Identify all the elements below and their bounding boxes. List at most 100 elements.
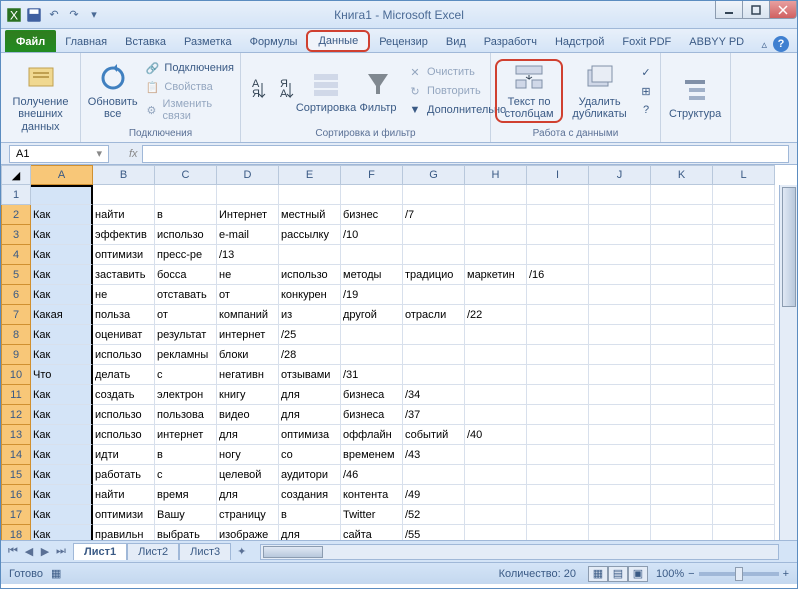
cell[interactable]: эффектив <box>93 225 155 245</box>
cell[interactable]: рекламны <box>155 345 217 365</box>
cell[interactable]: традицио <box>403 265 465 285</box>
cell[interactable] <box>589 345 651 365</box>
cell[interactable] <box>527 465 589 485</box>
cell[interactable] <box>713 245 775 265</box>
vertical-scrollbar[interactable] <box>779 185 797 540</box>
cell[interactable]: /46 <box>341 465 403 485</box>
cell[interactable]: e-mail <box>217 225 279 245</box>
cell[interactable] <box>589 425 651 445</box>
cell[interactable]: Какая <box>31 305 93 325</box>
cell[interactable]: контента <box>341 485 403 505</box>
tab-надстрой[interactable]: Надстрой <box>546 30 613 52</box>
cell[interactable]: Как <box>31 285 93 305</box>
cell[interactable]: бизнеса <box>341 385 403 405</box>
chevron-down-icon[interactable]: ▾ <box>96 147 102 160</box>
qat-more-icon[interactable]: ▾ <box>85 6 103 24</box>
cell[interactable]: оптимиза <box>279 425 341 445</box>
formula-bar[interactable] <box>142 145 789 163</box>
cell[interactable] <box>527 285 589 305</box>
refresh-all-button[interactable]: Обновить все <box>85 60 140 122</box>
cell[interactable] <box>527 425 589 445</box>
cell[interactable]: пресс-ре <box>155 245 217 265</box>
cell[interactable] <box>713 265 775 285</box>
cell[interactable] <box>651 285 713 305</box>
cell[interactable]: не <box>217 265 279 285</box>
cell[interactable]: использо <box>93 425 155 445</box>
cell[interactable] <box>465 225 527 245</box>
external-data-button[interactable]: Получение внешних данных <box>5 60 76 134</box>
redo-icon[interactable]: ↷ <box>65 6 83 24</box>
cell[interactable]: бизнес <box>341 205 403 225</box>
row-header[interactable]: 18 <box>1 525 31 540</box>
cell[interactable]: Как <box>31 245 93 265</box>
cell[interactable]: Как <box>31 525 93 540</box>
row-header[interactable]: 17 <box>1 505 31 525</box>
sheet-nav-first-icon[interactable]: ⏮ <box>5 544 21 560</box>
cell[interactable]: делать <box>93 365 155 385</box>
cell[interactable]: /49 <box>403 485 465 505</box>
cell[interactable]: использо <box>279 265 341 285</box>
cell[interactable] <box>713 505 775 525</box>
cell[interactable]: пользова <box>155 405 217 425</box>
cell[interactable] <box>651 325 713 345</box>
cell[interactable] <box>589 365 651 385</box>
reapply-button[interactable]: ↻Повторить <box>405 82 508 100</box>
cell[interactable]: результат <box>155 325 217 345</box>
cell[interactable]: методы <box>341 265 403 285</box>
cell[interactable] <box>651 205 713 225</box>
cell[interactable]: /25 <box>279 325 341 345</box>
cell[interactable] <box>651 525 713 540</box>
cell[interactable]: Twitter <box>341 505 403 525</box>
cell[interactable]: книгу <box>217 385 279 405</box>
cell[interactable]: выбрать <box>155 525 217 540</box>
cell[interactable]: Как <box>31 225 93 245</box>
cell[interactable] <box>589 265 651 285</box>
row-header[interactable]: 13 <box>1 425 31 445</box>
cell[interactable]: оцениват <box>93 325 155 345</box>
cell[interactable] <box>713 205 775 225</box>
cell[interactable] <box>651 425 713 445</box>
cell[interactable]: временем <box>341 445 403 465</box>
sort-az-button[interactable]: АЯ <box>245 73 271 109</box>
col-header[interactable]: C <box>155 165 217 185</box>
cell[interactable]: отзывами <box>279 365 341 385</box>
cell[interactable] <box>527 365 589 385</box>
cell[interactable]: аудитори <box>279 465 341 485</box>
cell[interactable]: с <box>155 465 217 485</box>
cell[interactable] <box>465 505 527 525</box>
cell[interactable]: /40 <box>465 425 527 445</box>
cell[interactable]: для <box>217 425 279 445</box>
zoom-level[interactable]: 100% <box>656 568 684 580</box>
cell[interactable]: Как <box>31 505 93 525</box>
cell[interactable]: правильн <box>93 525 155 540</box>
cell[interactable] <box>527 205 589 225</box>
cell[interactable] <box>341 345 403 365</box>
cell[interactable] <box>465 185 527 205</box>
col-header[interactable]: I <box>527 165 589 185</box>
row-header[interactable]: 7 <box>1 305 31 325</box>
cell[interactable]: от <box>217 285 279 305</box>
cell[interactable] <box>403 285 465 305</box>
cell[interactable] <box>589 505 651 525</box>
cell[interactable] <box>651 385 713 405</box>
cell[interactable] <box>527 385 589 405</box>
cell[interactable]: видео <box>217 405 279 425</box>
cell[interactable] <box>465 385 527 405</box>
cell[interactable]: интернет <box>217 325 279 345</box>
cell[interactable] <box>465 405 527 425</box>
cell[interactable]: от <box>155 305 217 325</box>
cell[interactable] <box>279 245 341 265</box>
cell[interactable] <box>589 445 651 465</box>
cell[interactable] <box>589 465 651 485</box>
cell[interactable] <box>341 185 403 205</box>
cell[interactable] <box>651 185 713 205</box>
cell[interactable]: /34 <box>403 385 465 405</box>
cell[interactable] <box>713 225 775 245</box>
cell[interactable] <box>155 185 217 205</box>
cell[interactable] <box>589 185 651 205</box>
col-header[interactable]: L <box>713 165 775 185</box>
cell[interactable] <box>589 385 651 405</box>
cell[interactable]: /13 <box>217 245 279 265</box>
tab-вид[interactable]: Вид <box>437 30 475 52</box>
cell[interactable] <box>713 305 775 325</box>
